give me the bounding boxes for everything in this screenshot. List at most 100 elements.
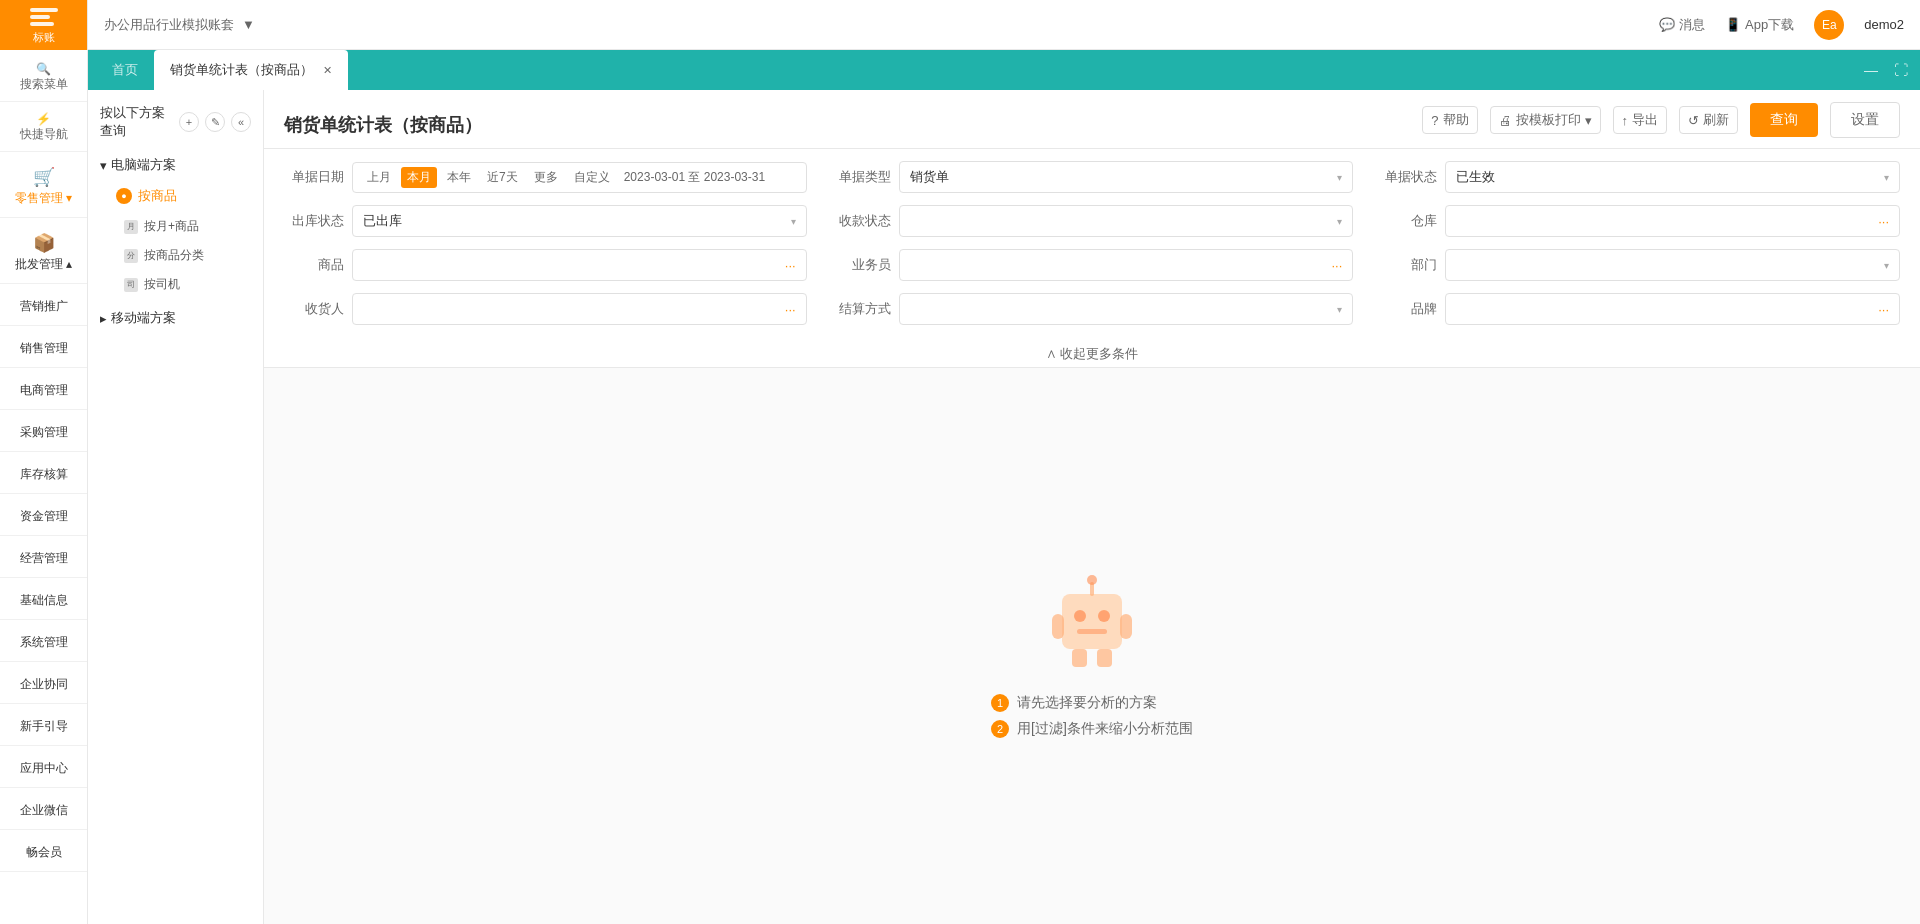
scheme-edit-btn[interactable]: ✎	[205, 112, 225, 132]
header-message-btn[interactable]: 💬 消息	[1659, 16, 1705, 34]
sidebar-item-search[interactable]: 🔍 搜索菜单	[0, 50, 87, 102]
tab-home[interactable]: 首页	[96, 50, 154, 90]
date-tag-this-month[interactable]: 本月	[401, 167, 437, 188]
finance-label: 资金管理	[20, 509, 68, 523]
user-avatar[interactable]: Ea	[1814, 10, 1844, 40]
search-label: 搜索菜单	[0, 76, 87, 93]
apps-label: 应用中心	[20, 761, 68, 775]
date-tag-7days[interactable]: 近7天	[481, 167, 524, 188]
export-btn[interactable]: ↑ 导出	[1613, 106, 1668, 134]
scheme-panel-title: 按以下方案查询	[100, 104, 173, 140]
wholesale-label: 批发管理	[15, 257, 63, 271]
header-app-download-btn[interactable]: 📱 App下载	[1725, 16, 1794, 34]
scheme-item-by-goods[interactable]: ● 按商品	[88, 180, 263, 212]
sidebar-item-marketing[interactable]: 营销推广	[0, 284, 87, 326]
sidebar-item-inventory[interactable]: 库存核算	[0, 452, 87, 494]
header-dropdown[interactable]: ▼	[242, 17, 255, 32]
sidebar-item-member[interactable]: 畅会员	[0, 830, 87, 872]
sidebar-item-retail[interactable]: 🛒 零售管理 ▾	[0, 152, 87, 218]
svg-point-12	[1087, 575, 1097, 585]
inventory-label: 库存核算	[20, 467, 68, 481]
svg-rect-2	[30, 22, 54, 26]
sidebar-item-apps[interactable]: 应用中心	[0, 746, 87, 788]
tab-actions: — ⛶	[1860, 58, 1912, 82]
scheme-sub-item-category[interactable]: 分 按商品分类	[88, 241, 263, 270]
svg-point-8	[1074, 610, 1086, 622]
date-filter[interactable]: 上月 本月 本年 近7天 更多 自定义 2023-03-01 至 2023-03…	[352, 162, 807, 193]
empty-tip-2: 2 用[过滤]条件来缩小分析范围	[991, 720, 1193, 738]
sidebar: 标账 🔍 搜索菜单 ⚡ 快捷导航 🛒 零售管理 ▾ 📦 批发管理 ▴ 营销推广 …	[0, 0, 88, 924]
sidebar-item-wechat[interactable]: 企业微信	[0, 788, 87, 830]
status-filter[interactable]: 已生效 ▾	[1445, 161, 1900, 193]
scheme-collapse-btn[interactable]: «	[231, 112, 251, 132]
sidebar-item-quicknav[interactable]: ⚡ 快捷导航	[0, 102, 87, 152]
print-btn[interactable]: 🖨 按模板打印 ▾	[1490, 106, 1601, 134]
date-tag-this-year[interactable]: 本年	[441, 167, 477, 188]
sidebar-item-corp[interactable]: 企业协同	[0, 662, 87, 704]
collapse-conditions-btn[interactable]: ∧ 收起更多条件	[284, 337, 1900, 367]
sidebar-item-sales[interactable]: 销售管理	[0, 326, 87, 368]
outstatus-filter[interactable]: 已出库 ▾	[352, 205, 807, 237]
settlement-filter[interactable]: ▾	[899, 293, 1354, 325]
dept-label: 部门	[1377, 256, 1437, 274]
header-breadcrumb: 办公用品行业模拟账套	[104, 16, 234, 34]
dept-filter[interactable]: ▾	[1445, 249, 1900, 281]
sidebar-item-purchase[interactable]: 采购管理	[0, 410, 87, 452]
sidebar-item-wholesale[interactable]: 📦 批发管理 ▴	[0, 218, 87, 284]
filter-type-cell: 单据类型 销货单 ▾	[831, 161, 1354, 193]
brand-ellipsis[interactable]: ···	[1878, 302, 1889, 317]
scheme-sub-item-driver[interactable]: 司 按司机	[88, 270, 263, 299]
refresh-btn[interactable]: ↺ 刷新	[1679, 106, 1738, 134]
svg-rect-6	[1072, 649, 1087, 667]
sidebar-item-guide[interactable]: 新手引导	[0, 704, 87, 746]
scheme-sub-item-month-goods[interactable]: 月 按月+商品	[88, 212, 263, 241]
tab-report[interactable]: 销货单统计表（按商品） ✕	[154, 50, 348, 90]
sidebar-item-operations[interactable]: 经营管理	[0, 536, 87, 578]
settlement-caret: ▾	[1337, 304, 1342, 315]
group-label: 电脑端方案	[111, 156, 176, 174]
type-filter[interactable]: 销货单 ▾	[899, 161, 1354, 193]
receiver-ellipsis[interactable]: ···	[785, 302, 796, 317]
sidebar-item-ecom[interactable]: 电商管理	[0, 368, 87, 410]
warehouse-filter[interactable]: ···	[1445, 205, 1900, 237]
tab-close-btn[interactable]: ✕	[323, 64, 332, 77]
message-icon: 💬	[1659, 17, 1675, 32]
date-tag-last-month[interactable]: 上月	[361, 167, 397, 188]
brand-label: 品牌	[1377, 300, 1437, 318]
warehouse-ellipsis[interactable]: ···	[1878, 214, 1889, 229]
tab-minimize-btn[interactable]: —	[1860, 58, 1882, 82]
date-range-text: 2023-03-01 至 2023-03-31	[624, 169, 765, 186]
page-header: 销货单统计表（按商品） ? 帮助 🖨 按模板打印 ▾ ↑	[264, 90, 1920, 149]
brand-filter[interactable]: ···	[1445, 293, 1900, 325]
receiver-filter[interactable]: ···	[352, 293, 807, 325]
scheme-group-desktop-header[interactable]: ▾ 电脑端方案	[88, 150, 263, 180]
filter-receiptstatus-cell: 收款状态 ▾	[831, 205, 1354, 237]
receiver-label: 收货人	[284, 300, 344, 318]
svg-rect-3	[1062, 594, 1122, 649]
filter-row-1: 单据日期 上月 本月 本年 近7天 更多 自定义 2023-03-01 至 20…	[284, 161, 1900, 193]
empty-tips: 1 请先选择要分析的方案 2 用[过滤]条件来缩小分析范围	[991, 694, 1193, 738]
salesperson-filter[interactable]: ···	[899, 249, 1354, 281]
sidebar-item-system[interactable]: 系统管理	[0, 620, 87, 662]
goods-ellipsis[interactable]: ···	[785, 258, 796, 273]
scheme-group-mobile-header[interactable]: ▸ 移动端方案	[88, 303, 263, 333]
settings-btn[interactable]: 设置	[1830, 102, 1900, 138]
page-title-row: 销货单统计表（按商品） ? 帮助 🖨 按模板打印 ▾ ↑	[284, 102, 1900, 148]
scheme-panel: 按以下方案查询 + ✎ « ▾ 电脑端方案 ● 按商品 月 按月+商品	[88, 90, 264, 924]
receiptstatus-filter[interactable]: ▾	[899, 205, 1354, 237]
user-name[interactable]: demo2	[1864, 17, 1904, 32]
date-tag-more[interactable]: 更多	[528, 167, 564, 188]
date-tag-custom[interactable]: 自定义	[568, 167, 616, 188]
goods-filter[interactable]: ···	[352, 249, 807, 281]
sidebar-item-finance[interactable]: 资金管理	[0, 494, 87, 536]
tab-maximize-btn[interactable]: ⛶	[1890, 58, 1912, 82]
query-btn[interactable]: 查询	[1750, 103, 1818, 137]
scheme-add-btn[interactable]: +	[179, 112, 199, 132]
salesperson-ellipsis[interactable]: ···	[1331, 258, 1342, 273]
group-expand-icon: ▾	[100, 158, 107, 173]
tab-home-label: 首页	[112, 61, 138, 79]
help-btn[interactable]: ? 帮助	[1422, 106, 1477, 134]
sidebar-item-basic[interactable]: 基础信息	[0, 578, 87, 620]
print-dropdown-icon: ▾	[1585, 113, 1592, 128]
filter-salesperson-cell: 业务员 ···	[831, 249, 1354, 281]
